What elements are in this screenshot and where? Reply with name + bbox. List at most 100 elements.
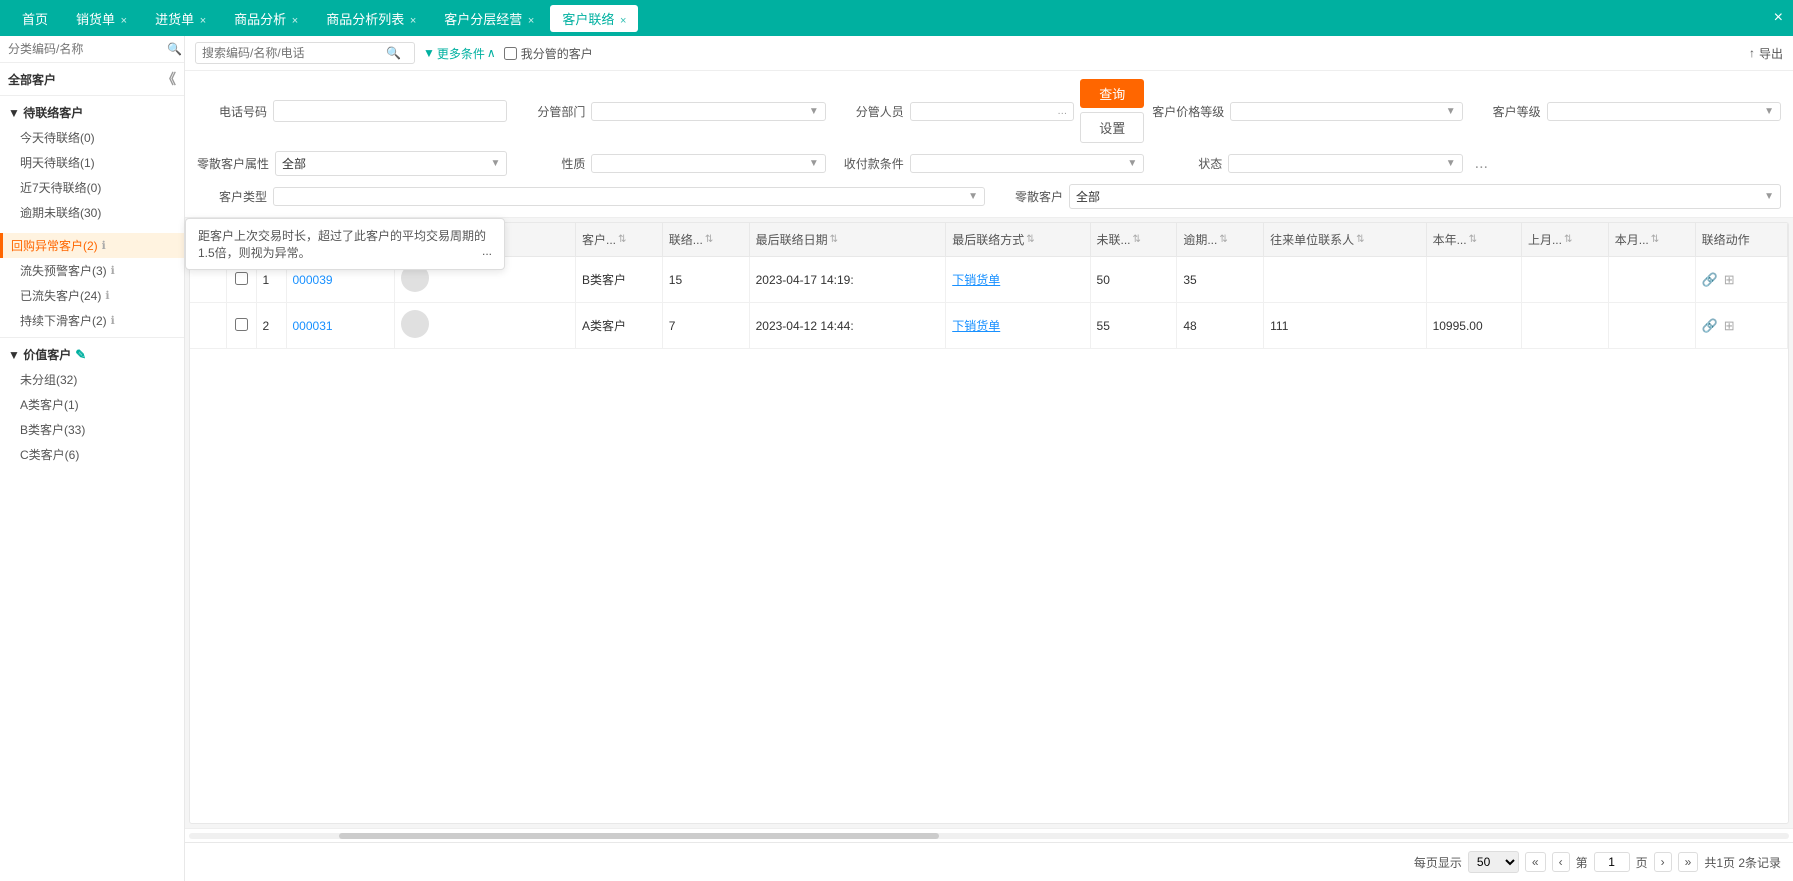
sidebar-item-c-class[interactable]: C类客户(6) — [0, 442, 184, 467]
nav-close-product-list[interactable]: × — [410, 15, 416, 27]
last-contact-method-link-2[interactable]: 下销货单 — [952, 319, 1000, 333]
row-checkbox-1[interactable] — [235, 272, 248, 285]
td-this-month-2 — [1608, 303, 1695, 349]
th-customer-type[interactable]: 客户...⇅ — [575, 223, 662, 257]
nav-item-purchase[interactable]: 进货单 × — [143, 5, 218, 32]
filter-payment-select[interactable]: ▼ — [910, 154, 1144, 173]
sidebar-item-already-lost[interactable]: 已流失客户(24) ℹ — [0, 283, 184, 308]
filter-retail-attr-label: 零散客户属性 — [197, 155, 269, 172]
prev-page-button[interactable]: ‹ — [1552, 852, 1570, 872]
th-last-month[interactable]: 上月...⇅ — [1521, 223, 1608, 257]
sidebar-item-tomorrow[interactable]: 明天待联络(1) — [0, 150, 184, 175]
filter-status-select[interactable]: ▼ — [1228, 154, 1462, 173]
filter-manager-select[interactable]: … — [910, 102, 1074, 121]
filter-dept-label: 分管部门 — [515, 103, 585, 120]
nav-item-customer-segmentation[interactable]: 客户分层经营 × — [432, 5, 546, 32]
sidebar-item-a-class[interactable]: A类客户(1) — [0, 392, 184, 417]
sidebar-search-area: 🔍 — [0, 36, 184, 63]
sidebar-item-today[interactable]: 今天待联络(0) — [0, 125, 184, 150]
sidebar-search-input[interactable] — [8, 42, 163, 56]
filter-dept-select[interactable]: ▼ — [591, 102, 825, 121]
already-lost-info-icon[interactable]: ℹ — [105, 289, 109, 302]
nav-close-sales[interactable]: × — [121, 15, 127, 27]
td-contact-count-2: 7 — [662, 303, 749, 349]
page-number-input[interactable] — [1594, 852, 1630, 872]
nav-item-product-analysis[interactable]: 商品分析 × — [222, 5, 310, 32]
filter-gender-select[interactable]: ▼ — [591, 154, 825, 173]
filter-retail-attr-select[interactable]: 全部 ▼ — [275, 151, 507, 176]
pending-contact-title[interactable]: ▼ 待联络客户 — [0, 100, 184, 125]
filter-ellipsis-icon[interactable]: ... — [1471, 155, 1492, 173]
top-navigation: 首页 销货单 × 进货单 × 商品分析 × 商品分析列表 × 客户分层经营 × … — [0, 0, 1793, 36]
window-close-button[interactable]: × — [1774, 9, 1783, 27]
th-past-contacts[interactable]: 往来单位联系人⇅ — [1264, 223, 1426, 257]
last-contact-date-sort-icon: ⇅ — [830, 234, 838, 245]
settings-button[interactable]: 设置 — [1080, 112, 1144, 143]
sidebar-item-unclassified[interactable]: 未分组(32) — [0, 367, 184, 392]
query-button[interactable]: 查询 — [1080, 79, 1144, 108]
sidebar-item-overdue[interactable]: 逾期未联络(30) — [0, 200, 184, 225]
th-contact-count[interactable]: 联络...⇅ — [662, 223, 749, 257]
special-customers-group: 回购异常客户(2) ℹ 流失预警客户(3) ℹ 已流失客户(24) ℹ 持续下滑… — [0, 229, 184, 337]
filter-customer-type-arrow-icon: ▼ — [968, 191, 978, 202]
nav-close-customer-segmentation[interactable]: × — [528, 15, 534, 27]
th-this-month[interactable]: 本月...⇅ — [1608, 223, 1695, 257]
row-checkbox-2[interactable] — [235, 318, 248, 331]
scrollbar-thumb[interactable] — [339, 833, 939, 839]
lost-warning-info-icon[interactable]: ℹ — [111, 264, 115, 277]
value-customer-title[interactable]: ▼ 价值客户 ✎ — [0, 342, 184, 367]
filter-search-icon[interactable]: 🔍 — [386, 46, 401, 60]
th-overdue[interactable]: 逾期...⇅ — [1177, 223, 1264, 257]
nav-item-customer-contact[interactable]: 客户联络 × — [550, 5, 638, 32]
filter-search-input[interactable] — [202, 46, 382, 60]
sidebar-item-lost-warning[interactable]: 流失预警客户(3) ℹ — [0, 258, 184, 283]
per-page-select[interactable]: 50 20 100 — [1468, 851, 1519, 873]
link-icon-1[interactable]: 🔗 — [1702, 272, 1718, 288]
pagination-bar: 每页显示 50 20 100 « ‹ 第 页 › » 共1页 2条记录 — [185, 842, 1793, 881]
total-records-label: 共1页 2条记录 — [1704, 854, 1781, 871]
nav-item-sales[interactable]: 销货单 × — [64, 5, 139, 32]
sidebar-item-declining[interactable]: 持续下滑客户(2) ℹ — [0, 308, 184, 333]
th-this-year[interactable]: 本年...⇅ — [1426, 223, 1521, 257]
filter-price-level-select[interactable]: ▼ — [1230, 102, 1462, 121]
sidebar-collapse-button[interactable]: 《 — [162, 69, 176, 89]
contact-count-col-label: 联络... — [669, 231, 703, 248]
last-contact-method-link-1[interactable]: 下销货单 — [952, 273, 1000, 287]
td-last-contact-method-2[interactable]: 下销货单 — [946, 303, 1090, 349]
horizontal-scrollbar[interactable] — [185, 828, 1793, 842]
td-customer-code-2[interactable]: 000031 — [286, 303, 394, 349]
tooltip-more-icon[interactable]: ... — [482, 244, 492, 258]
th-last-contact-date[interactable]: 最后联络日期⇅ — [749, 223, 946, 257]
sidebar-search-icon[interactable]: 🔍 — [167, 42, 182, 56]
declining-info-icon[interactable]: ℹ — [111, 314, 115, 327]
last-page-button[interactable]: » — [1678, 852, 1699, 872]
filter-customer-type-select[interactable]: ▼ — [273, 187, 985, 206]
th-uncontacted[interactable]: 未联...⇅ — [1090, 223, 1177, 257]
td-customer-type-2: A类客户 — [575, 303, 662, 349]
filter-customer-level-select[interactable]: ▼ — [1547, 102, 1781, 121]
filter-retail-customer-select[interactable]: 全部 ▼ — [1069, 184, 1781, 209]
nav-item-home[interactable]: 首页 — [10, 5, 60, 32]
first-page-button[interactable]: « — [1525, 852, 1546, 872]
nav-close-customer-contact[interactable]: × — [620, 15, 626, 27]
nav-close-product-analysis[interactable]: × — [292, 15, 298, 27]
td-last-contact-method-1[interactable]: 下销货单 — [946, 257, 1090, 303]
sidebar-item-b-class[interactable]: B类客户(33) — [0, 417, 184, 442]
sidebar-item-week[interactable]: 近7天待联络(0) — [0, 175, 184, 200]
nav-item-product-list[interactable]: 商品分析列表 × — [314, 5, 428, 32]
nav-close-purchase[interactable]: × — [200, 15, 206, 27]
sidebar-item-repurchase-abnormal[interactable]: 回购异常客户(2) ℹ — [0, 233, 184, 258]
export-button[interactable]: ↑ 导出 — [1749, 45, 1783, 62]
link-icon-2[interactable]: 🔗 — [1702, 318, 1718, 334]
my-customers-checkbox[interactable] — [504, 47, 517, 60]
value-customer-label: ▼ 价值客户 — [8, 346, 71, 363]
filter-phone-input[interactable] — [273, 100, 507, 122]
grid-icon-1[interactable]: ⊞ — [1724, 272, 1735, 288]
more-conditions-button[interactable]: ▼ 更多条件 ∧ — [423, 45, 496, 62]
value-customer-edit-icon[interactable]: ✎ — [75, 347, 86, 363]
next-page-button[interactable]: › — [1654, 852, 1672, 872]
repurchase-info-icon[interactable]: ℹ — [102, 239, 106, 252]
th-last-contact-method[interactable]: 最后联络方式⇅ — [946, 223, 1090, 257]
grid-icon-2[interactable]: ⊞ — [1724, 318, 1735, 334]
td-this-year-2: 10995.00 — [1426, 303, 1521, 349]
